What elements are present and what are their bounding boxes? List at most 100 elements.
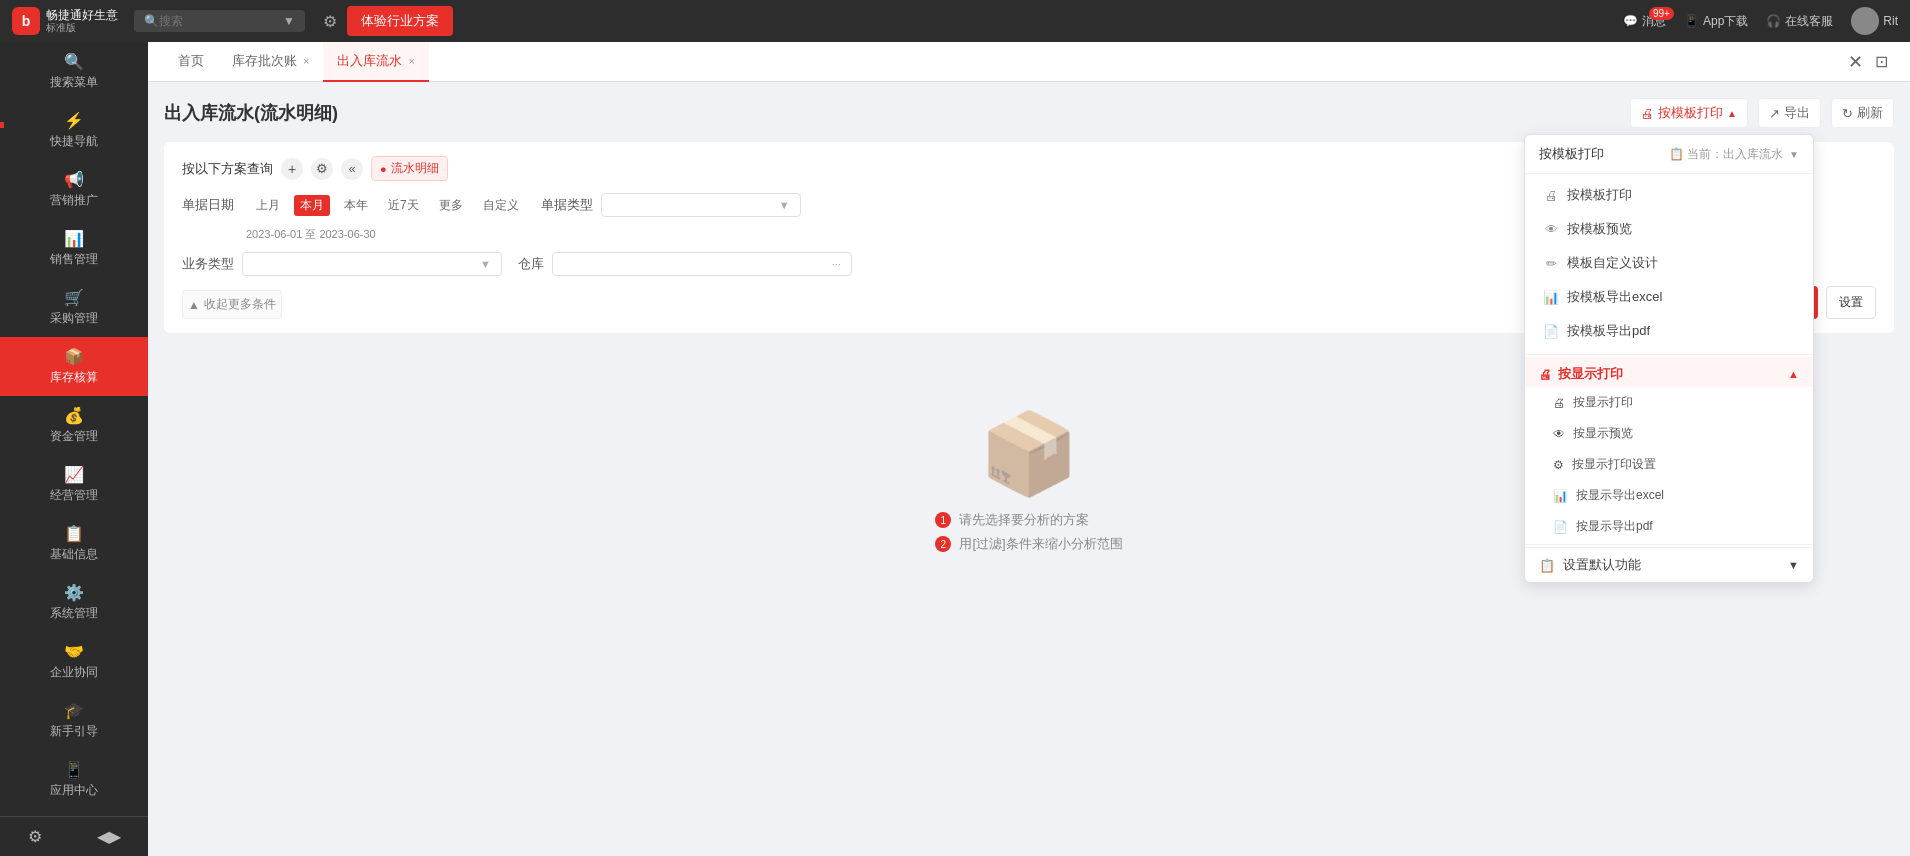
design-icon: ✏: [1543, 255, 1559, 271]
sidebar-item-cooperation[interactable]: 🤝 企业协同: [0, 632, 148, 691]
display-preview-item[interactable]: 👁 按显示预览: [1525, 418, 1813, 449]
excel-icon: 📊: [1543, 289, 1559, 305]
step-2: 2 用[过滤]条件来缩小分析范围: [935, 535, 1122, 553]
window-close-button[interactable]: ✕: [1842, 49, 1869, 75]
chevron-right-icon: ▼: [1788, 559, 1799, 571]
avatar-image: [1851, 7, 1879, 35]
tab-inventory-flow[interactable]: 出入库流水 ×: [323, 42, 428, 82]
username: Rit: [1883, 14, 1898, 28]
date-btn-7days[interactable]: 近7天: [382, 195, 425, 216]
filter-settings-button[interactable]: ⚙: [311, 158, 333, 180]
refresh-button[interactable]: ↻ 刷新: [1831, 98, 1894, 128]
sidebar-collapse-button[interactable]: ◀▶: [97, 827, 121, 846]
sidebar-item-guide[interactable]: 🎓 新手引导: [0, 691, 148, 750]
message-badge: 99+: [1649, 7, 1674, 20]
search-icon: 🔍: [144, 14, 159, 28]
date-btn-last-month[interactable]: 上月: [250, 195, 286, 216]
printer-icon: 🖨: [1641, 106, 1654, 121]
date-btn-custom[interactable]: 自定义: [477, 195, 525, 216]
display-print-item[interactable]: 🖨 按显示打印: [1525, 387, 1813, 418]
business-type-input[interactable]: ▼: [242, 252, 502, 276]
marketing-icon: 📢: [64, 170, 84, 189]
sidebar-item-shortcut[interactable]: ⚡ 快捷导航: [0, 101, 148, 160]
default-settings-icon: 📋: [1539, 558, 1555, 573]
display-pdf-item[interactable]: 📄 按显示导出pdf: [1525, 511, 1813, 542]
gear-icon[interactable]: ⚙: [323, 12, 337, 31]
sidebar-item-purchase[interactable]: 🛒 采购管理: [0, 278, 148, 337]
tab-inventory-batch-close[interactable]: ×: [303, 55, 309, 67]
tab-inventory-batch[interactable]: 库存批次账 ×: [218, 42, 323, 82]
print-dropdown-panel: 按模板打印 📋 当前：出入库流水 ▼: [1524, 134, 1814, 583]
page-header: 出入库流水(流水明细) 🖨 按模板打印 ▲ ↗ 导出 ↻: [164, 98, 1894, 128]
date-btn-more[interactable]: 更多: [433, 195, 469, 216]
step-2-text: 用[过滤]条件来缩小分析范围: [959, 535, 1122, 553]
sidebar-item-inventory[interactable]: 📦 库存核算: [0, 337, 148, 396]
tab-home[interactable]: 首页: [164, 42, 218, 82]
sidebar-item-appstore[interactable]: 📱 应用中心: [0, 750, 148, 809]
basic-icon: 📋: [64, 524, 84, 543]
sidebar-item-basic[interactable]: 📋 基础信息: [0, 514, 148, 573]
search-input[interactable]: [159, 14, 279, 28]
sidebar-item-marketing[interactable]: 📢 营销推广: [0, 160, 148, 219]
search-icon: 🔍: [64, 52, 84, 71]
add-filter-button[interactable]: +: [281, 158, 303, 180]
logo-icon: b: [12, 7, 40, 35]
sidebar-item-sales[interactable]: 📊 销售管理: [0, 219, 148, 278]
template-design-item[interactable]: ✏ 模板自定义设计: [1525, 246, 1813, 280]
filter-tag[interactable]: ● 流水明细: [371, 156, 448, 181]
sidebar-item-finance[interactable]: 💰 资金管理: [0, 396, 148, 455]
sidebar-item-operation[interactable]: 📈 经营管理: [0, 455, 148, 514]
display-print-group-header[interactable]: 🖨 按显示打印 ▲: [1525, 357, 1813, 387]
customer-service-button[interactable]: 🎧 在线客服: [1766, 13, 1833, 30]
filter-tag-icon: ●: [380, 163, 387, 175]
date-field: 单据日期 上月 本月 本年 近7天 更多 自定义: [182, 195, 525, 216]
sidebar-item-system[interactable]: ⚙️ 系统管理: [0, 573, 148, 632]
download-icon: 📱: [1684, 14, 1699, 28]
industry-solution-button[interactable]: 体验行业方案: [347, 6, 453, 36]
settings-button[interactable]: 设置: [1826, 286, 1876, 319]
template-excel-item[interactable]: 📊 按模板导出excel: [1525, 280, 1813, 314]
tab-inventory-flow-close[interactable]: ×: [408, 55, 414, 67]
sidebar-item-label: 资金管理: [50, 428, 98, 445]
search-title: 按以下方案查询: [182, 160, 273, 178]
window-maximize-button[interactable]: ⊡: [1869, 50, 1894, 73]
content-area: 首页 库存批次账 × 出入库流水 × ✕ ⊡ 出入库: [148, 42, 1910, 856]
template-print-button[interactable]: 🖨 按模板打印 ▲: [1630, 98, 1748, 128]
sidebar-settings-button[interactable]: ⚙: [28, 827, 42, 846]
print-icon: 🖨: [1543, 187, 1559, 203]
sidebar-item-label: 销售管理: [50, 251, 98, 268]
sidebar-item-label: 营销推广: [50, 192, 98, 209]
sidebar-item-search[interactable]: 🔍 搜索菜单: [0, 42, 148, 101]
user-avatar[interactable]: Rit: [1851, 7, 1898, 35]
step-1-num: 1: [935, 512, 951, 528]
voucher-type-field: 单据类型 ▼: [541, 193, 801, 217]
warehouse-input[interactable]: ···: [552, 252, 852, 276]
step-list: 1 请先选择要分析的方案 2 用[过滤]条件来缩小分析范围: [935, 511, 1122, 553]
set-default-button[interactable]: 📋 设置默认功能 ▼: [1525, 547, 1813, 582]
search-dropdown-icon[interactable]: ▼: [283, 14, 295, 28]
dropdown-arrow-icon: ▼: [779, 199, 790, 211]
voucher-type-input[interactable]: ▼: [601, 193, 801, 217]
template-preview-item[interactable]: 👁 按模板预览: [1525, 212, 1813, 246]
template-print-item[interactable]: 🖨 按模板打印: [1525, 178, 1813, 212]
messages-button[interactable]: 💬 消息 99+: [1623, 13, 1666, 30]
display-settings-item[interactable]: ⚙ 按显示打印设置: [1525, 449, 1813, 480]
export-label: 导出: [1784, 104, 1810, 122]
date-btn-this-year[interactable]: 本年: [338, 195, 374, 216]
global-search[interactable]: 🔍 ▼: [134, 10, 305, 32]
collapse-more-button[interactable]: ▲ 收起更多条件: [182, 290, 282, 319]
sidebar-item-wechat[interactable]: 💬 企业微信: [0, 809, 148, 816]
divider: [1525, 354, 1813, 355]
template-print-section: 🖨 按模板打印 👁 按模板预览 ✏ 模板自定义设计: [1525, 174, 1813, 352]
main-area: 🔍 搜索菜单 ⚡ 快捷导航 📢 营销推广 📊 销售管理 🛒 采购管理: [0, 42, 1910, 856]
filter-collapse-button[interactable]: «: [341, 158, 363, 180]
sidebar-item-label: 基础信息: [50, 546, 98, 563]
template-pdf-item[interactable]: 📄 按模板导出pdf: [1525, 314, 1813, 348]
display-excel-item[interactable]: 📊 按显示导出excel: [1525, 480, 1813, 511]
sidebar: 🔍 搜索菜单 ⚡ 快捷导航 📢 营销推广 📊 销售管理 🛒 采购管理: [0, 42, 148, 856]
operation-icon: 📈: [64, 465, 84, 484]
app-download-button[interactable]: 📱 App下载: [1684, 13, 1748, 30]
date-btn-this-month[interactable]: 本月: [294, 195, 330, 216]
page-actions: 🖨 按模板打印 ▲ ↗ 导出 ↻ 刷新: [1630, 98, 1894, 128]
export-button[interactable]: ↗ 导出: [1758, 98, 1821, 128]
